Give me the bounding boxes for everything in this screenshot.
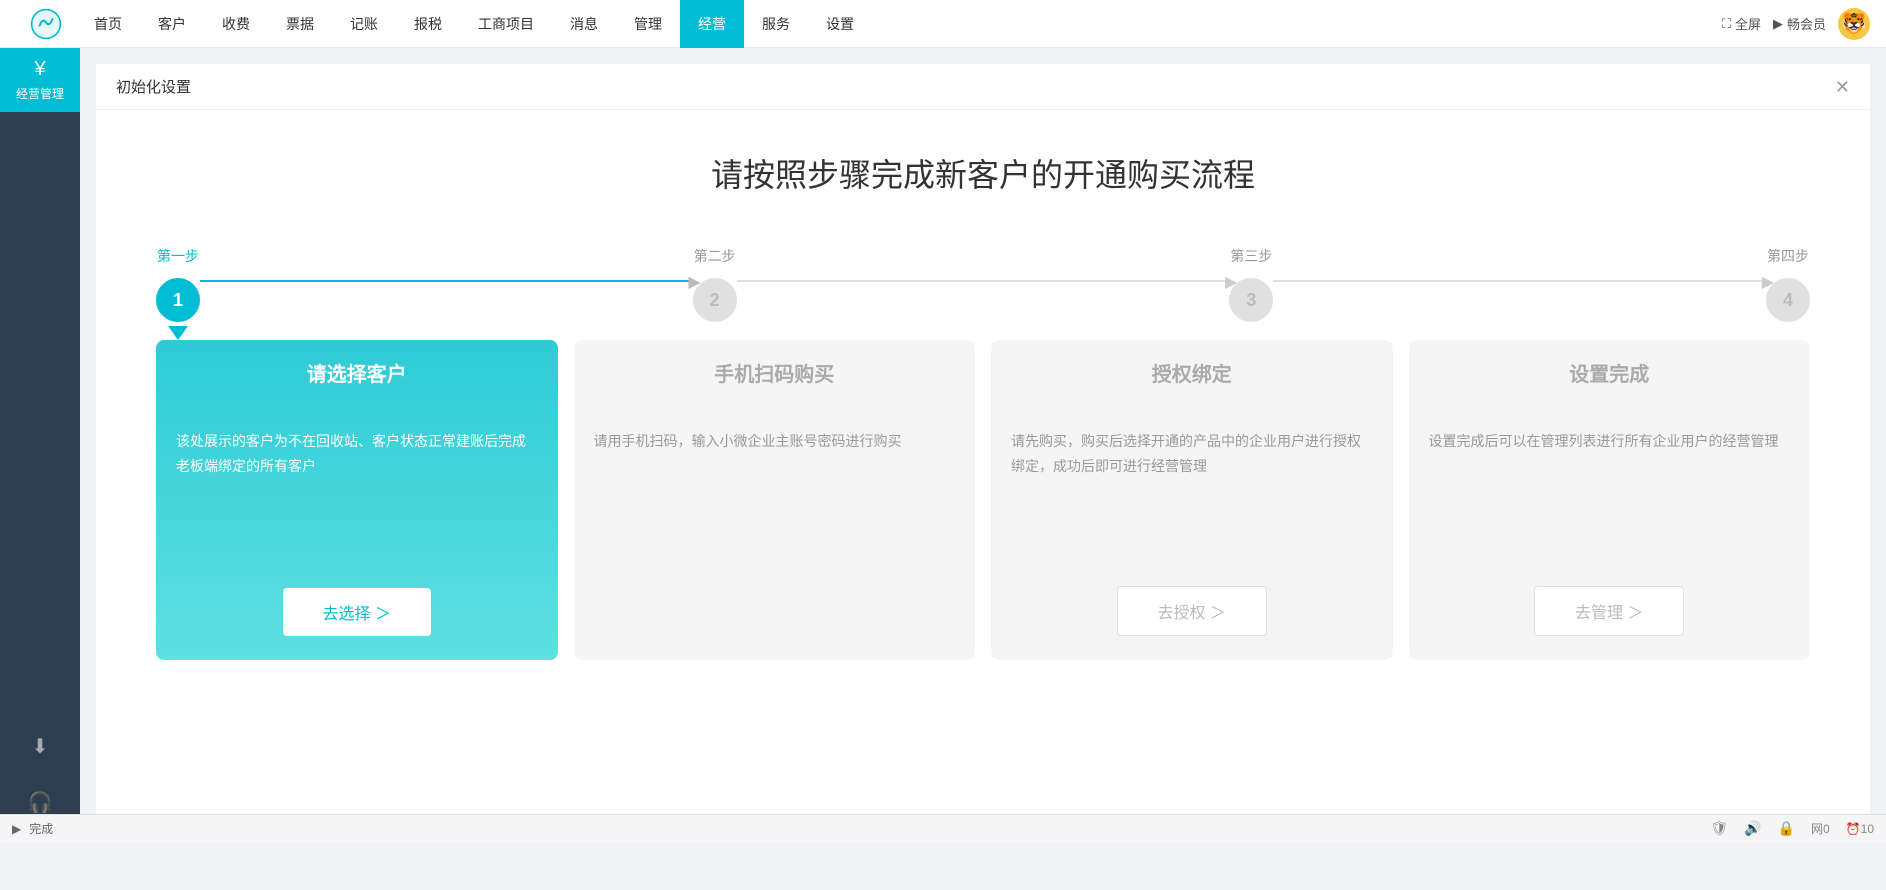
connector-3: ▶ (1273, 280, 1766, 282)
avatar[interactable]: 🐯 (1838, 8, 1870, 40)
card3-footer: 去授权 ＞ (991, 570, 1393, 660)
card1-header: 请选择客户 (156, 340, 558, 405)
yen-icon: ¥ (34, 58, 45, 81)
card4-footer: 去管理 ＞ (1409, 570, 1811, 660)
card3-header: 授权绑定 (991, 340, 1393, 405)
nav-item-settings[interactable]: 设置 (808, 0, 872, 48)
step1-label: 第一步 (157, 246, 199, 266)
nav-right: ⛶ 全屏 ▶ 畅会员 🐯 (1722, 8, 1870, 40)
member-button[interactable]: ▶ 畅会员 (1773, 14, 1826, 33)
sidebar-item-operation[interactable]: ¥ 经营管理 (0, 48, 80, 112)
step3-label: 第三步 (1230, 246, 1272, 266)
card4-btn[interactable]: 去管理 ＞ (1534, 586, 1684, 636)
nav-item-operation[interactable]: 经营 (680, 0, 744, 48)
step1-circle: 1 (156, 278, 200, 322)
page-header: 初始化设置 ✕ (96, 64, 1870, 110)
fullscreen-icon: ⛶ (1722, 16, 1731, 32)
shield-icon: 🛡 (1710, 820, 1728, 837)
lock-icon: 🔒 (1778, 820, 1795, 837)
setup-container: 请按照步骤完成新客户的开通购买流程 第一步 1 ▶ 第二步 2 (96, 110, 1870, 824)
nav-items: 首页 客户 收费 票据 记账 报税 工商项目 消息 管理 经营 服务 设置 (76, 0, 1722, 48)
setup-main-title: 请按照步骤完成新客户的开通购买流程 (156, 150, 1810, 196)
connector-1: ▶ (200, 280, 693, 282)
close-button[interactable]: ✕ (1835, 78, 1850, 96)
step3-circle: 3 (1229, 278, 1273, 322)
nav-item-account[interactable]: 记账 (332, 0, 396, 48)
sidebar: ¥ 经营管理 ⬇ 🎧 (0, 48, 80, 842)
step-card-4: 设置完成 设置完成后可以在管理列表进行所有企业用户的经营管理 去管理 ＞ (1409, 340, 1811, 660)
nav-item-invoice[interactable]: 票据 (268, 0, 332, 48)
card1-btn[interactable]: 去选择 ＞ (283, 588, 431, 636)
nav-item-customer[interactable]: 客户 (140, 0, 204, 48)
network-icon: 网0 (1811, 820, 1830, 837)
nav-item-service[interactable]: 服务 (744, 0, 808, 48)
step4-circle: 4 (1766, 278, 1810, 322)
step-card-2: 手机扫码购买 请用手机扫码，输入小微企业主账号密码进行购买 (574, 340, 976, 660)
card1-footer: 去选择 ＞ (156, 572, 558, 660)
nav-item-home[interactable]: 首页 (76, 0, 140, 48)
step4-label: 第四步 (1767, 246, 1809, 266)
time-icon: ⏰10 (1846, 822, 1874, 836)
download-icon[interactable]: ⬇ (16, 722, 64, 770)
card1-body: 该处展示的客户为不在回收站、客户状态正常建账后完成老板端绑定的所有客户 (156, 405, 558, 572)
nav-item-tax[interactable]: 报税 (396, 0, 460, 48)
fullscreen-button[interactable]: ⛶ 全屏 (1722, 14, 1761, 33)
card2-footer (574, 620, 976, 660)
status-bar-right: 🛡 🔊 🔒 网0 ⏰10 (1710, 820, 1874, 837)
status-done-label: 完成 (29, 820, 53, 837)
nav-item-fee[interactable]: 收费 (204, 0, 268, 48)
main-content: 初始化设置 ✕ 请按照步骤完成新客户的开通购买流程 第一步 1 ▶ 第二步 (80, 48, 1886, 840)
step2-circle: 2 (693, 278, 737, 322)
card4-header: 设置完成 (1409, 340, 1811, 405)
card2-header: 手机扫码购买 (574, 340, 976, 405)
card2-body: 请用手机扫码，输入小微企业主账号密码进行购买 (574, 405, 976, 620)
connector-2: ▶ (737, 280, 1230, 282)
nav-logo (16, 8, 76, 40)
card4-body: 设置完成后可以在管理列表进行所有企业用户的经营管理 (1409, 405, 1811, 570)
step2-label: 第二步 (694, 246, 736, 266)
step-card-3: 授权绑定 请先购买，购买后选择开通的产品中的企业用户进行授权绑定，成功后即可进行… (991, 340, 1393, 660)
card3-btn[interactable]: 去授权 ＞ (1117, 586, 1267, 636)
play-status-icon: ▶ (12, 822, 21, 836)
nav-item-manage[interactable]: 管理 (616, 0, 680, 48)
nav-item-message[interactable]: 消息 (552, 0, 616, 48)
card3-body: 请先购买，购买后选择开通的产品中的企业用户进行授权绑定，成功后即可进行经营管理 (991, 405, 1393, 570)
status-bar: ▶ 完成 🛡 🔊 🔒 网0 ⏰10 (0, 814, 1886, 842)
top-nav: 首页 客户 收费 票据 记账 报税 工商项目 消息 管理 经营 服务 设置 ⛶ … (0, 0, 1886, 48)
nav-item-business[interactable]: 工商项目 (460, 0, 552, 48)
play-icon: ▶ (1773, 16, 1783, 32)
step-card-1: 请选择客户 该处展示的客户为不在回收站、客户状态正常建账后完成老板端绑定的所有客… (156, 340, 558, 660)
volume-icon: 🔊 (1744, 820, 1761, 837)
page-title: 初始化设置 (116, 76, 191, 97)
cards-row: 请选择客户 该处展示的客户为不在回收站、客户状态正常建账后完成老板端绑定的所有客… (156, 340, 1810, 660)
step1-pointer (168, 326, 188, 340)
